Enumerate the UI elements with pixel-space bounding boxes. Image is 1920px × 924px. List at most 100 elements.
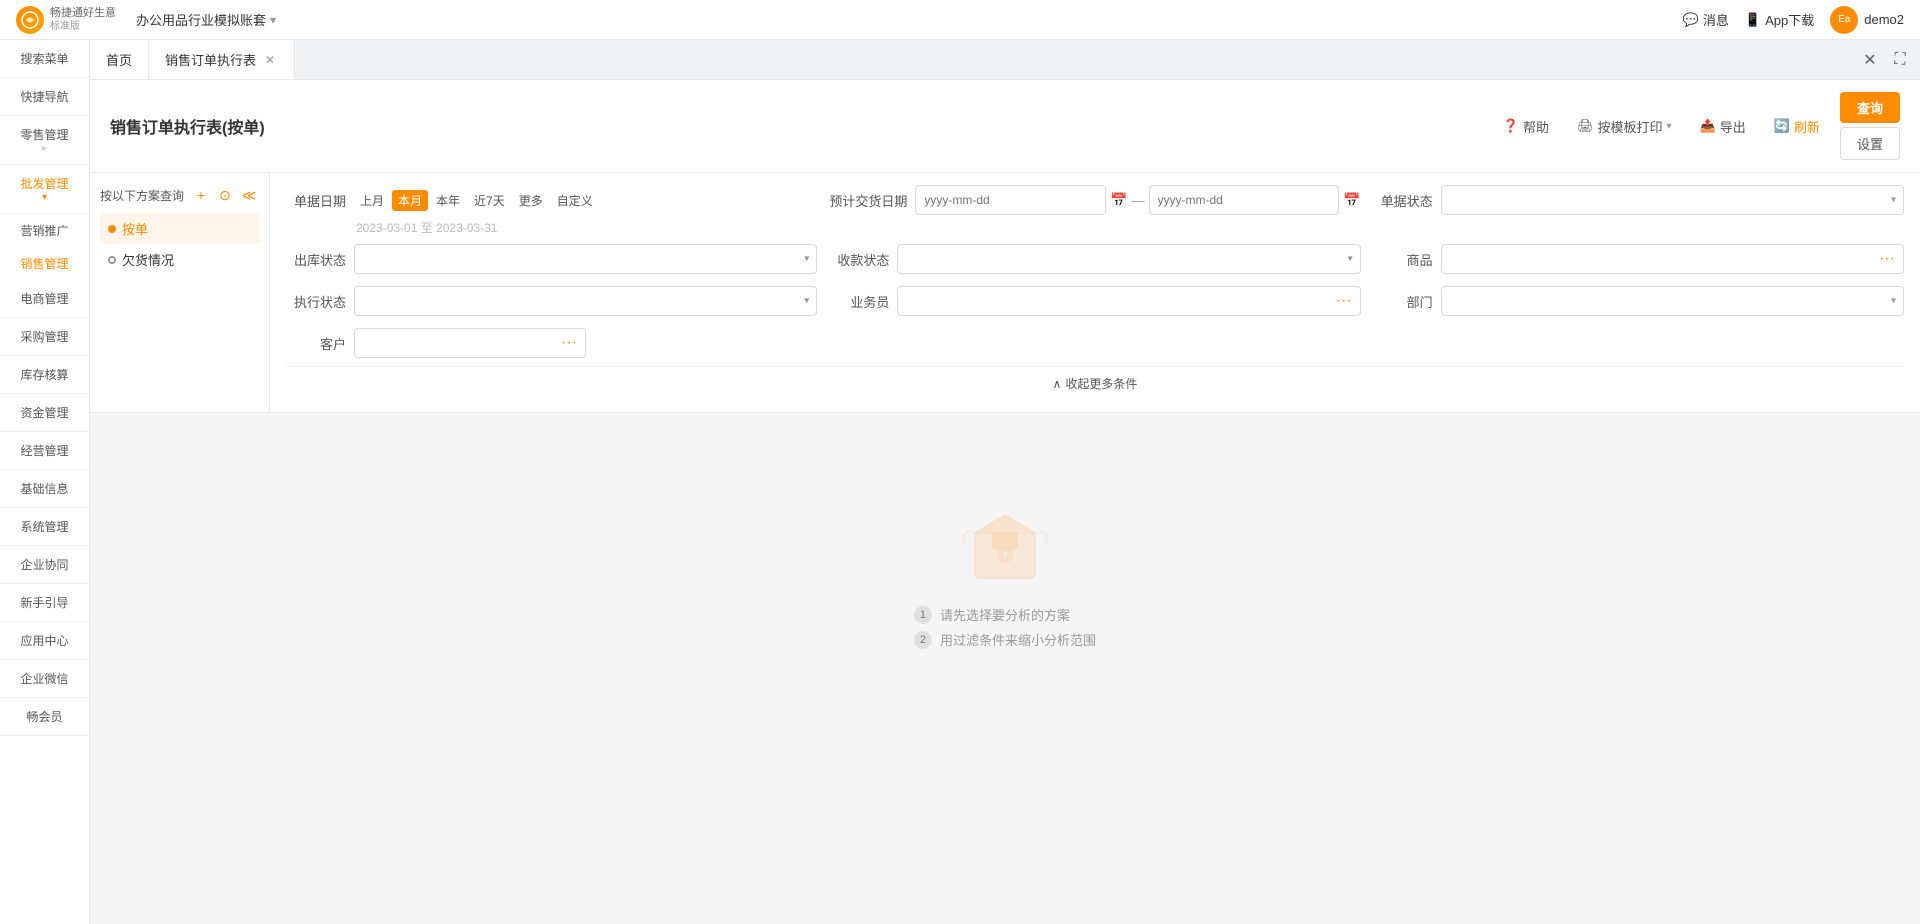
scheme-label-按单: 按单 xyxy=(122,219,148,238)
calendar-start-icon[interactable]: 📅 xyxy=(1110,192,1127,209)
field-group-date: 单据日期 上月 本月 本年 近7天 更多 自定义 xyxy=(286,190,817,211)
empty-state: ? 1 请先选择要分析的方案 2 用过滤条件来缩小分析范围 xyxy=(90,413,1920,729)
filter-row-3: 执行状态 ▾ 业务员 xyxy=(286,286,1904,316)
salesperson-input[interactable] xyxy=(897,286,1327,316)
department-label: 部门 xyxy=(1373,292,1433,311)
sidebar-item-retail-mgmt[interactable]: 零售管理 ▸ xyxy=(0,116,89,165)
sidebar-item-enterprise-collab[interactable]: 企业协同 xyxy=(0,546,89,584)
expected-delivery-label: 预计交货日期 xyxy=(829,191,907,210)
avatar-text: Ea xyxy=(1838,14,1850,25)
date-btn-this-year[interactable]: 本年 xyxy=(430,190,466,211)
sidebar-item-member[interactable]: 畅会员 xyxy=(0,698,89,736)
exec-status-label: 执行状态 xyxy=(286,292,346,311)
sidebar-item-quick-nav[interactable]: 快捷导航 xyxy=(0,78,89,116)
exec-status-select[interactable] xyxy=(354,286,817,316)
message-button[interactable]: 💬 消息 xyxy=(1683,10,1729,29)
logo-text: 畅捷通好生意 标准版 xyxy=(50,6,116,33)
sidebar-item-system-mgmt[interactable]: 系统管理 xyxy=(0,508,89,546)
customer-input[interactable] xyxy=(354,328,553,358)
department-select[interactable] xyxy=(1441,286,1904,316)
field-group-delivery-status: 出库状态 ▾ xyxy=(286,244,817,274)
tab-close-icon[interactable]: ✕ xyxy=(262,52,278,68)
member-label: 畅会员 xyxy=(26,708,62,725)
sidebar-item-enterprise-wechat[interactable]: 企业微信 xyxy=(0,660,89,698)
svg-text:?: ? xyxy=(1002,551,1008,562)
sidebar-item-search-menu[interactable]: 搜索菜单 xyxy=(0,40,89,78)
tab-home-label: 首页 xyxy=(106,50,132,69)
goods-input[interactable] xyxy=(1441,244,1871,274)
tab-close-all-button[interactable]: ✕ xyxy=(1858,48,1882,72)
refresh-button[interactable]: 🔄 刷新 xyxy=(1766,113,1828,140)
date-btn-more[interactable]: 更多 xyxy=(513,190,549,211)
scheme-item-按单[interactable]: 按单 xyxy=(100,213,259,244)
export-button[interactable]: 📤 导出 xyxy=(1692,113,1754,140)
scheme-item-欠货情况[interactable]: 欠货情况 xyxy=(100,244,259,275)
customer-dots-icon[interactable]: ··· xyxy=(553,328,586,358)
tab-expand-button[interactable]: ⛶ xyxy=(1888,48,1912,72)
sidebar-item-basic-info[interactable]: 基础信息 xyxy=(0,470,89,508)
date-btn-this-month[interactable]: 本月 xyxy=(392,190,428,211)
payment-status-select[interactable] xyxy=(897,244,1360,274)
sidebar-item-inventory-calc[interactable]: 库存核算 xyxy=(0,356,89,394)
tab-sales-order-exec[interactable]: 销售订单执行表 ✕ xyxy=(149,40,295,79)
sidebar-item-app-center[interactable]: 应用中心 xyxy=(0,622,89,660)
scheme-settings-button[interactable]: ⊙ xyxy=(215,185,235,205)
help-button[interactable]: ❓ 帮助 xyxy=(1495,113,1557,140)
date-btn-last-7-days[interactable]: 近7天 xyxy=(468,190,511,211)
sidebar-item-operation-mgmt[interactable]: 经营管理 xyxy=(0,432,89,470)
sidebar-item-new-user-guide[interactable]: 新手引导 xyxy=(0,584,89,622)
scheme-collapse-button[interactable]: ≪ xyxy=(239,185,259,205)
add-scheme-button[interactable]: + xyxy=(191,185,211,205)
sidebar-item-wholesale-mgmt[interactable]: 批发管理 ▾ xyxy=(0,165,89,214)
collapse-bar[interactable]: ∧ 收起更多条件 xyxy=(286,366,1904,400)
workspace-dropdown-icon[interactable]: ▾ xyxy=(270,13,276,27)
sidebar-sub-item-sales-mgmt[interactable]: 销售管理 xyxy=(0,247,89,280)
goods-dots-icon[interactable]: ··· xyxy=(1871,244,1904,274)
doc-status-label: 单据状态 xyxy=(1373,191,1433,210)
sidebar-item-ecommerce-mgmt[interactable]: 电商管理 xyxy=(0,280,89,318)
avatar: Ea xyxy=(1830,6,1858,34)
sidebar-item-fund-mgmt[interactable]: 资金管理 xyxy=(0,394,89,432)
print-button[interactable]: 🖨 按模板打印 ▾ xyxy=(1569,113,1680,140)
sidebar-sub-item-marketing[interactable]: 营销推广 xyxy=(0,214,89,247)
new-user-guide-label: 新手引导 xyxy=(20,594,68,611)
main-layout: 搜索菜单 快捷导航 零售管理 ▸ 批发管理 ▾ 营销推广 销售管理 电商管理 采… xyxy=(0,40,1920,924)
scheme-dot-欠货情况 xyxy=(108,256,116,264)
tab-home[interactable]: 首页 xyxy=(90,40,149,79)
doc-status-select[interactable] xyxy=(1441,185,1904,215)
basic-info-label: 基础信息 xyxy=(20,480,68,497)
sidebar: 搜索菜单 快捷导航 零售管理 ▸ 批发管理 ▾ 营销推广 销售管理 电商管理 采… xyxy=(0,40,90,924)
expected-delivery-start-input[interactable] xyxy=(915,185,1106,215)
app-download-button[interactable]: 📱 App下载 xyxy=(1745,10,1814,29)
date-btn-last-month[interactable]: 上月 xyxy=(354,190,390,211)
field-group-goods: 商品 ··· xyxy=(1373,244,1904,274)
empty-illustration: ? xyxy=(955,493,1055,593)
salesperson-control: ··· xyxy=(897,286,1360,316)
date-range-hint: 2023-03-01 至 2023-03-31 xyxy=(356,219,1904,236)
filter-row-4: 客户 ··· xyxy=(286,328,1904,358)
settings-button[interactable]: 设置 xyxy=(1840,127,1900,160)
doc-status-control: ▾ xyxy=(1441,185,1904,215)
header-right: 💬 消息 📱 App下载 Ea demo2 xyxy=(1683,6,1904,34)
scheme-label-欠货情况: 欠货情况 xyxy=(122,250,174,269)
filter-row-2: 出库状态 ▾ 收款状态 xyxy=(286,244,1904,274)
purchase-mgmt-label: 采购管理 xyxy=(20,328,68,345)
page-content: 销售订单执行表(按单) ❓ 帮助 🖨 按模板打印 ▾ 📤 导出 xyxy=(90,80,1920,924)
header-center: 办公用品行业模拟账套 ▾ xyxy=(116,10,1683,29)
salesperson-dots-icon[interactable]: ··· xyxy=(1328,286,1361,316)
user-info[interactable]: Ea demo2 xyxy=(1830,6,1904,34)
calendar-end-icon[interactable]: 📅 xyxy=(1343,192,1360,209)
field-group-salesperson: 业务员 ··· xyxy=(829,286,1360,316)
empty-tip-2: 2 用过滤条件来缩小分析范围 xyxy=(914,630,1096,649)
date-btn-custom[interactable]: 自定义 xyxy=(551,190,599,211)
add-scheme-icon: + xyxy=(197,187,205,203)
expected-delivery-end-input[interactable] xyxy=(1149,185,1340,215)
sidebar-item-purchase-mgmt[interactable]: 采购管理 xyxy=(0,318,89,356)
scheme-dot-按单 xyxy=(108,225,116,233)
field-group-exec-status: 执行状态 ▾ xyxy=(286,286,817,316)
delivery-status-select[interactable] xyxy=(354,244,817,274)
query-button[interactable]: 查询 xyxy=(1840,92,1900,123)
date-separator: — xyxy=(1132,193,1145,208)
filter-fields: 单据日期 上月 本月 本年 近7天 更多 自定义 xyxy=(270,173,1920,412)
user-name: demo2 xyxy=(1864,12,1904,27)
